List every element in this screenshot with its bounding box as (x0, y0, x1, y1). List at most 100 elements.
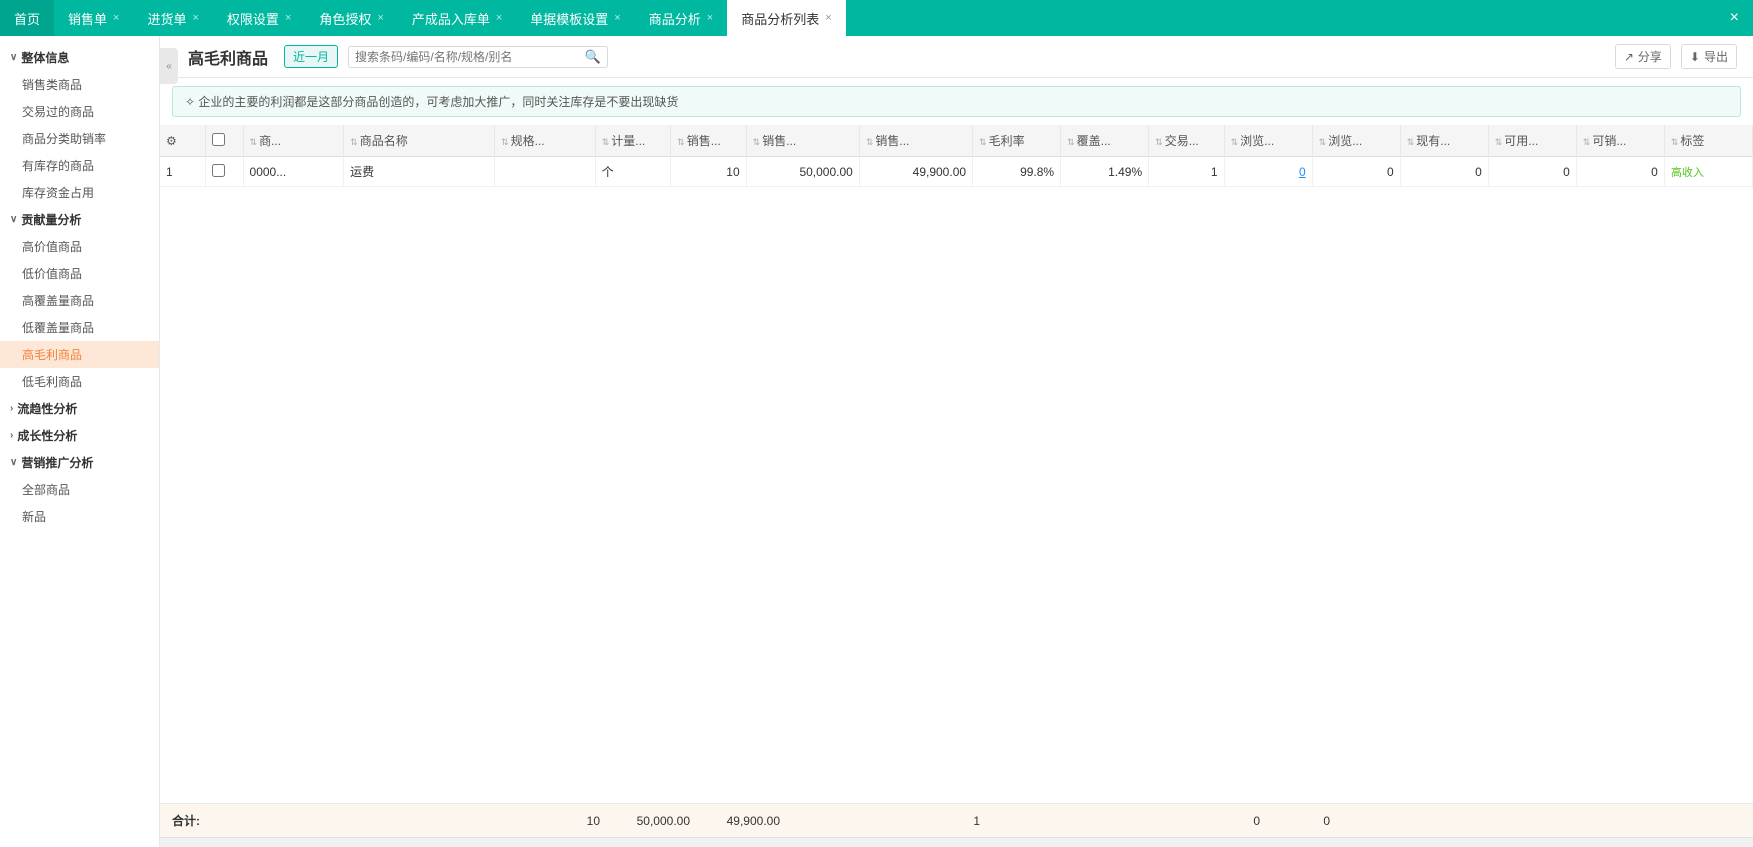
table-cell-num: 1 (160, 157, 205, 187)
table-cell-browse1: 0 (1224, 157, 1312, 187)
period-filter-button[interactable]: 近一月 (284, 45, 338, 68)
browse-link[interactable]: 0 (1299, 165, 1306, 179)
sidebar-item[interactable]: 全部商品 (0, 476, 159, 503)
table-header-spec[interactable]: ⇅规格... (495, 125, 596, 157)
sidebar-item[interactable]: 高价值商品 (0, 233, 159, 260)
sidebar-item[interactable]: 销售类商品 (0, 71, 159, 98)
select-all-checkbox[interactable] (212, 133, 225, 146)
table-header-browse2[interactable]: ⇅浏览... (1312, 125, 1400, 157)
nav-close-icon[interactable]: × (192, 12, 198, 24)
table-header-sales_qty[interactable]: ⇅销售... (671, 125, 746, 157)
table-cell-tag: 高收入 (1664, 157, 1752, 187)
sidebar-section-header[interactable]: ∨贡献量分析 (0, 206, 159, 233)
sidebar-item[interactable]: 商品分类助销率 (0, 125, 159, 152)
table-header-tag[interactable]: ⇅标签 (1664, 125, 1752, 157)
nav-item[interactable]: 单据模板设置× (516, 0, 634, 36)
sort-icon: ⇅ (1583, 137, 1591, 147)
data-table: ⚙⇅商...⇅商品名称⇅规格...⇅计量...⇅销售...⇅销售...⇅销售..… (160, 125, 1753, 187)
sort-icon: ⇅ (1319, 137, 1327, 147)
sidebar-item[interactable]: 低价值商品 (0, 260, 159, 287)
table-cell-trade: 1 (1149, 157, 1224, 187)
table-cell-stock: 0 (1400, 157, 1488, 187)
sort-icon: ⇅ (501, 137, 509, 147)
table-header-sales_amt[interactable]: ⇅销售... (746, 125, 859, 157)
sidebar-item[interactable]: 高覆盖量商品 (0, 287, 159, 314)
sidebar-item[interactable]: 新品 (0, 503, 159, 530)
footer-bar: 合计: 1050,000.0049,900.00100 (160, 803, 1753, 837)
top-nav: 首页销售单×进货单×权限设置×角色授权×产成品入库单×单据模板设置×商品分析×商… (0, 0, 1753, 36)
info-text: ✧ 企业的主要的利润都是这部分商品创造的，可考虑加大推广，同时关注库存是不要出现… (185, 93, 678, 110)
nav-close-icon[interactable]: × (825, 12, 831, 24)
sidebar-section-header[interactable]: › 成长性分析 (0, 422, 159, 449)
export-icon: ⬇ (1690, 50, 1700, 64)
table-header-trade[interactable]: ⇅交易... (1149, 125, 1224, 157)
export-button[interactable]: ⬇ 导出 (1681, 44, 1737, 69)
table-cell-name: 运费 (344, 157, 495, 187)
nav-close-icon[interactable]: × (614, 12, 620, 24)
header-actions: ↗ 分享 ⬇ 导出 (1615, 44, 1737, 69)
nav-item[interactable]: 角色授权× (305, 0, 397, 36)
footer-label: 合计: (172, 812, 200, 829)
nav-close-icon[interactable]: × (285, 12, 291, 24)
sidebar-arrow-icon: ∨ (10, 52, 17, 63)
table-cell-gross_rate: 99.8% (973, 157, 1061, 187)
table-header-code[interactable]: ⇅商... (243, 125, 344, 157)
search-input[interactable] (355, 50, 585, 64)
table-header-gross_rate[interactable]: ⇅毛利率 (973, 125, 1061, 157)
sidebar-collapse-button[interactable]: « (160, 48, 178, 84)
share-icon: ↗ (1624, 50, 1634, 64)
info-banner: ✧ 企业的主要的利润都是这部分商品创造的，可考虑加大推广，同时关注库存是不要出现… (172, 86, 1741, 117)
sidebar-item[interactable]: 低覆盖量商品 (0, 314, 159, 341)
close-window-button[interactable]: × (1716, 0, 1753, 36)
sidebar-item[interactable]: 有库存的商品 (0, 152, 159, 179)
table-header-unit[interactable]: ⇅计量... (595, 125, 670, 157)
nav-item[interactable]: 销售单× (54, 0, 133, 36)
sidebar-item[interactable]: 高毛利商品 (0, 341, 159, 368)
sidebar-section-label: 成长性分析 (17, 427, 77, 444)
nav-item[interactable]: 产成品入库单× (398, 0, 516, 36)
nav-item[interactable]: 商品分析列表× (727, 0, 845, 36)
nav-close-icon[interactable]: × (113, 12, 119, 24)
table-header-coverage[interactable]: ⇅覆盖... (1061, 125, 1149, 157)
nav-close-icon[interactable]: × (377, 12, 383, 24)
table-header-name[interactable]: ⇅商品名称 (344, 125, 495, 157)
sidebar-section-header[interactable]: ›流趋性分析 (0, 395, 159, 422)
sidebar-arrow-icon: ∨ (10, 457, 17, 468)
sidebar-item[interactable]: 交易过的商品 (0, 98, 159, 125)
nav-item[interactable]: 商品分析× (635, 0, 727, 36)
sort-icon: ⇅ (602, 137, 610, 147)
sidebar-item[interactable]: 低毛利商品 (0, 368, 159, 395)
table-header-avail[interactable]: ⇅可用... (1488, 125, 1576, 157)
share-button[interactable]: ↗ 分享 (1615, 44, 1671, 69)
table-header-sales_profit[interactable]: ⇅销售... (859, 125, 972, 157)
table-header-num[interactable]: ⚙ (160, 125, 205, 157)
sidebar-arrow-icon: › (10, 430, 13, 441)
nav-item[interactable]: 首页 (0, 0, 54, 36)
nav-item[interactable]: 进货单× (133, 0, 212, 36)
nav-close-icon[interactable]: × (496, 12, 502, 24)
table-header-sell[interactable]: ⇅可销... (1576, 125, 1664, 157)
content-header: 高毛利商品 近一月 🔍 ↗ 分享 ⬇ 导出 (160, 36, 1753, 78)
sidebar-arrow-icon: ∨ (10, 214, 17, 225)
table-header-check[interactable] (205, 125, 243, 157)
sidebar-section-header[interactable]: ∨ 整体信息 (0, 44, 159, 71)
sidebar-section-label: 整体信息 (21, 49, 69, 66)
table-container[interactable]: ⚙⇅商...⇅商品名称⇅规格...⇅计量...⇅销售...⇅销售...⇅销售..… (160, 125, 1753, 803)
sidebar-section-header[interactable]: ∨营销推广分析 (0, 449, 159, 476)
nav-close-icon[interactable]: × (707, 12, 713, 24)
sort-icon: ⇅ (350, 137, 358, 147)
table-cell-sell: 0 (1576, 157, 1664, 187)
table-header-stock[interactable]: ⇅现有... (1400, 125, 1488, 157)
search-box: 🔍 (348, 46, 608, 68)
footer-cell: 0 (1266, 814, 1336, 828)
settings-icon[interactable]: ⚙ (166, 134, 177, 148)
table-header-browse1[interactable]: ⇅浏览... (1224, 125, 1312, 157)
nav-item[interactable]: 权限设置× (213, 0, 305, 36)
content-area: « 高毛利商品 近一月 🔍 ↗ 分享 ⬇ 导出 ✧ 企业的主要的利 (160, 36, 1753, 847)
table-cell-sales_qty: 10 (671, 157, 746, 187)
table-cell-avail: 0 (1488, 157, 1576, 187)
sidebar-item[interactable]: 库存资金占用 (0, 179, 159, 206)
bottom-scrollbar[interactable] (160, 837, 1753, 847)
row-checkbox[interactable] (212, 164, 225, 177)
search-icon[interactable]: 🔍 (585, 49, 601, 65)
